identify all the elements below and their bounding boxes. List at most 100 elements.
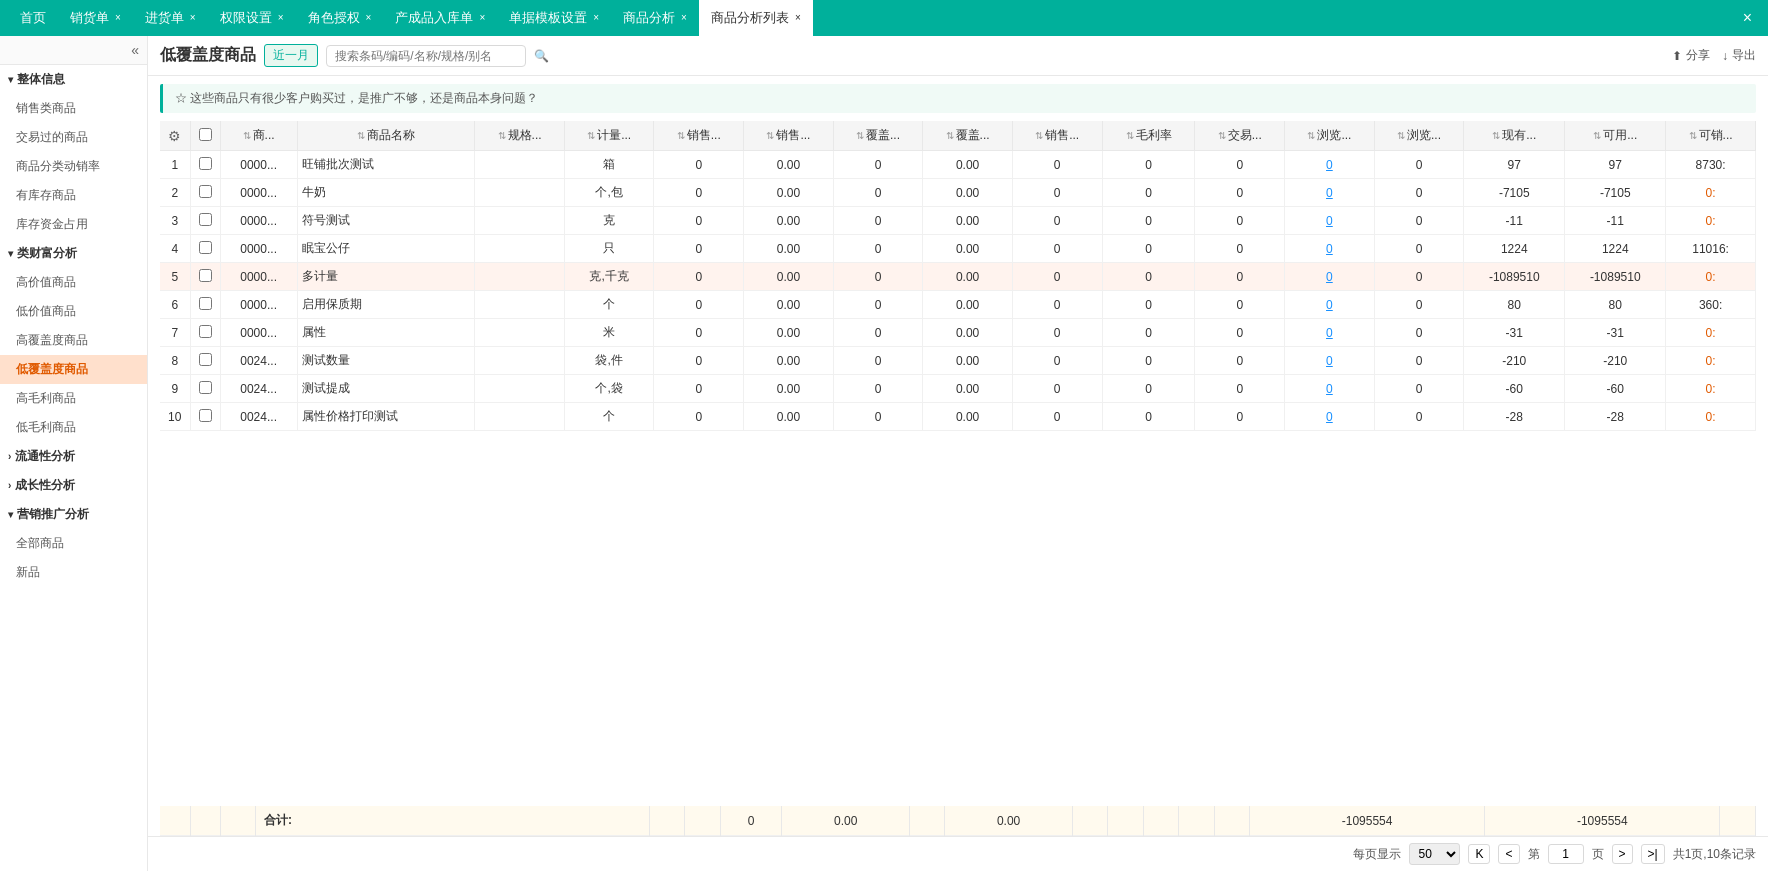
row-checkbox[interactable] (190, 263, 220, 291)
row-select-checkbox[interactable] (199, 325, 212, 338)
sidebar-item-all-goods[interactable]: 全部商品 (0, 529, 147, 558)
row-checkbox[interactable] (190, 235, 220, 263)
sidebar-section-marketing[interactable]: ▾ 营销推广分析 (0, 500, 147, 529)
nav-item-product-analysis[interactable]: 商品分析 × (611, 0, 699, 36)
row-select-checkbox[interactable] (199, 297, 212, 310)
column-name[interactable]: ⇅商品名称 (297, 121, 475, 151)
column-current[interactable]: ⇅现有... (1464, 121, 1565, 151)
sidebar-item-in-stock[interactable]: 有库存商品 (0, 181, 147, 210)
sidebar-item-capital-occupation[interactable]: 库存资金占用 (0, 210, 147, 239)
close-icon[interactable]: × (115, 0, 121, 36)
column-available[interactable]: ⇅可用... (1565, 121, 1666, 151)
search-input[interactable] (326, 45, 526, 67)
row-checkbox[interactable] (190, 207, 220, 235)
nav-item-template-settings[interactable]: 单据模板设置 × (497, 0, 611, 36)
nav-item-permissions[interactable]: 权限设置 × (208, 0, 296, 36)
row-browse1[interactable]: 0 (1285, 403, 1375, 431)
search-icon[interactable]: 🔍 (534, 49, 549, 63)
info-banner: ☆ 这些商品只有很少客户购买过，是推广不够，还是商品本身问题？ (160, 84, 1756, 113)
sidebar-item-high-value[interactable]: 高价值商品 (0, 268, 147, 297)
close-icon[interactable]: × (479, 0, 485, 36)
row-select-checkbox[interactable] (199, 157, 212, 170)
column-browse1[interactable]: ⇅浏览... (1285, 121, 1375, 151)
row-checkbox[interactable] (190, 375, 220, 403)
row-checkbox[interactable] (190, 151, 220, 179)
page-input[interactable] (1548, 844, 1584, 864)
column-code[interactable]: ⇅商... (220, 121, 297, 151)
close-icon[interactable]: × (681, 0, 687, 36)
row-checkbox[interactable] (190, 291, 220, 319)
row-browse1[interactable]: 0 (1285, 375, 1375, 403)
sidebar-item-traded-goods[interactable]: 交易过的商品 (0, 123, 147, 152)
row-checkbox[interactable] (190, 319, 220, 347)
nav-item-roles[interactable]: 角色授权 × (296, 0, 384, 36)
sort-icon: ⇅ (1307, 130, 1315, 141)
sidebar-item-new-goods[interactable]: 新品 (0, 558, 147, 587)
column-settings[interactable]: ⚙ (160, 121, 190, 151)
next-page-button[interactable]: > (1612, 844, 1633, 864)
row-browse1[interactable]: 0 (1285, 319, 1375, 347)
nav-item-finished-goods[interactable]: 产成品入库单 × (383, 0, 497, 36)
sidebar-item-low-margin[interactable]: 低毛利商品 (0, 413, 147, 442)
per-page-select[interactable]: 50 20 100 200 (1409, 843, 1460, 865)
row-select-checkbox[interactable] (199, 269, 212, 282)
column-coverage1[interactable]: ⇅覆盖... (833, 121, 923, 151)
sidebar-item-category-rate[interactable]: 商品分类动销率 (0, 152, 147, 181)
row-coverage2: 0.00 (923, 263, 1013, 291)
first-page-button[interactable]: K (1468, 844, 1490, 864)
close-icon[interactable]: × (190, 0, 196, 36)
column-margin[interactable]: ⇅毛利率 (1102, 121, 1195, 151)
row-select-checkbox[interactable] (199, 213, 212, 226)
nav-item-sales[interactable]: 销货单 × (58, 0, 133, 36)
sidebar-item-sales-goods[interactable]: 销售类商品 (0, 94, 147, 123)
export-button[interactable]: ↓ 导出 (1722, 47, 1756, 64)
row-browse1[interactable]: 0 (1285, 179, 1375, 207)
sidebar-item-high-coverage[interactable]: 高覆盖度商品 (0, 326, 147, 355)
row-browse1[interactable]: 0 (1285, 263, 1375, 291)
row-browse1[interactable]: 0 (1285, 347, 1375, 375)
settings-icon[interactable]: ⚙ (168, 128, 181, 144)
row-select-checkbox[interactable] (199, 241, 212, 254)
sidebar-section-wealth[interactable]: ▾ 类财富分析 (0, 239, 147, 268)
nav-item-purchase[interactable]: 进货单 × (133, 0, 208, 36)
share-button[interactable]: ⬆ 分享 (1672, 47, 1710, 64)
sidebar-section-overall[interactable]: ▾ 整体信息 (0, 65, 147, 94)
column-sellable[interactable]: ⇅可销... (1666, 121, 1756, 151)
close-icon[interactable]: × (593, 0, 599, 36)
sidebar-item-low-coverage[interactable]: 低覆盖度商品 (0, 355, 147, 384)
row-browse1[interactable]: 0 (1285, 235, 1375, 263)
sidebar-section-liquidity[interactable]: › 流通性分析 (0, 442, 147, 471)
close-icon[interactable]: × (366, 0, 372, 36)
column-spec[interactable]: ⇅规格... (475, 121, 565, 151)
row-checkbox[interactable] (190, 179, 220, 207)
column-transaction[interactable]: ⇅交易... (1195, 121, 1285, 151)
row-select-checkbox[interactable] (199, 409, 212, 422)
row-select-checkbox[interactable] (199, 185, 212, 198)
sidebar-item-low-value[interactable]: 低价值商品 (0, 297, 147, 326)
sidebar-collapse-button[interactable]: « (131, 42, 139, 58)
nav-item-home[interactable]: 首页 (8, 0, 58, 36)
column-sales2[interactable]: ⇅销售... (744, 121, 834, 151)
column-unit[interactable]: ⇅计量... (564, 121, 654, 151)
row-select-checkbox[interactable] (199, 353, 212, 366)
row-browse1[interactable]: 0 (1285, 207, 1375, 235)
nav-item-product-analysis-list[interactable]: 商品分析列表 × (699, 0, 813, 36)
row-select-checkbox[interactable] (199, 381, 212, 394)
close-icon[interactable]: × (278, 0, 284, 36)
column-sales1[interactable]: ⇅销售... (654, 121, 744, 151)
last-page-button[interactable]: >| (1641, 844, 1665, 864)
row-browse1[interactable]: 0 (1285, 151, 1375, 179)
close-icon[interactable]: × (795, 0, 801, 36)
column-browse2[interactable]: ⇅浏览... (1374, 121, 1464, 151)
date-filter-button[interactable]: 近一月 (264, 44, 318, 67)
window-close-button[interactable]: × (1735, 9, 1760, 27)
row-browse1[interactable]: 0 (1285, 291, 1375, 319)
select-all-checkbox[interactable] (199, 128, 212, 141)
column-coverage2[interactable]: ⇅覆盖... (923, 121, 1013, 151)
row-checkbox[interactable] (190, 403, 220, 431)
prev-page-button[interactable]: < (1498, 844, 1519, 864)
sidebar-section-growth[interactable]: › 成长性分析 (0, 471, 147, 500)
row-checkbox[interactable] (190, 347, 220, 375)
sidebar-item-high-margin[interactable]: 高毛利商品 (0, 384, 147, 413)
column-sales3[interactable]: ⇅销售... (1012, 121, 1102, 151)
